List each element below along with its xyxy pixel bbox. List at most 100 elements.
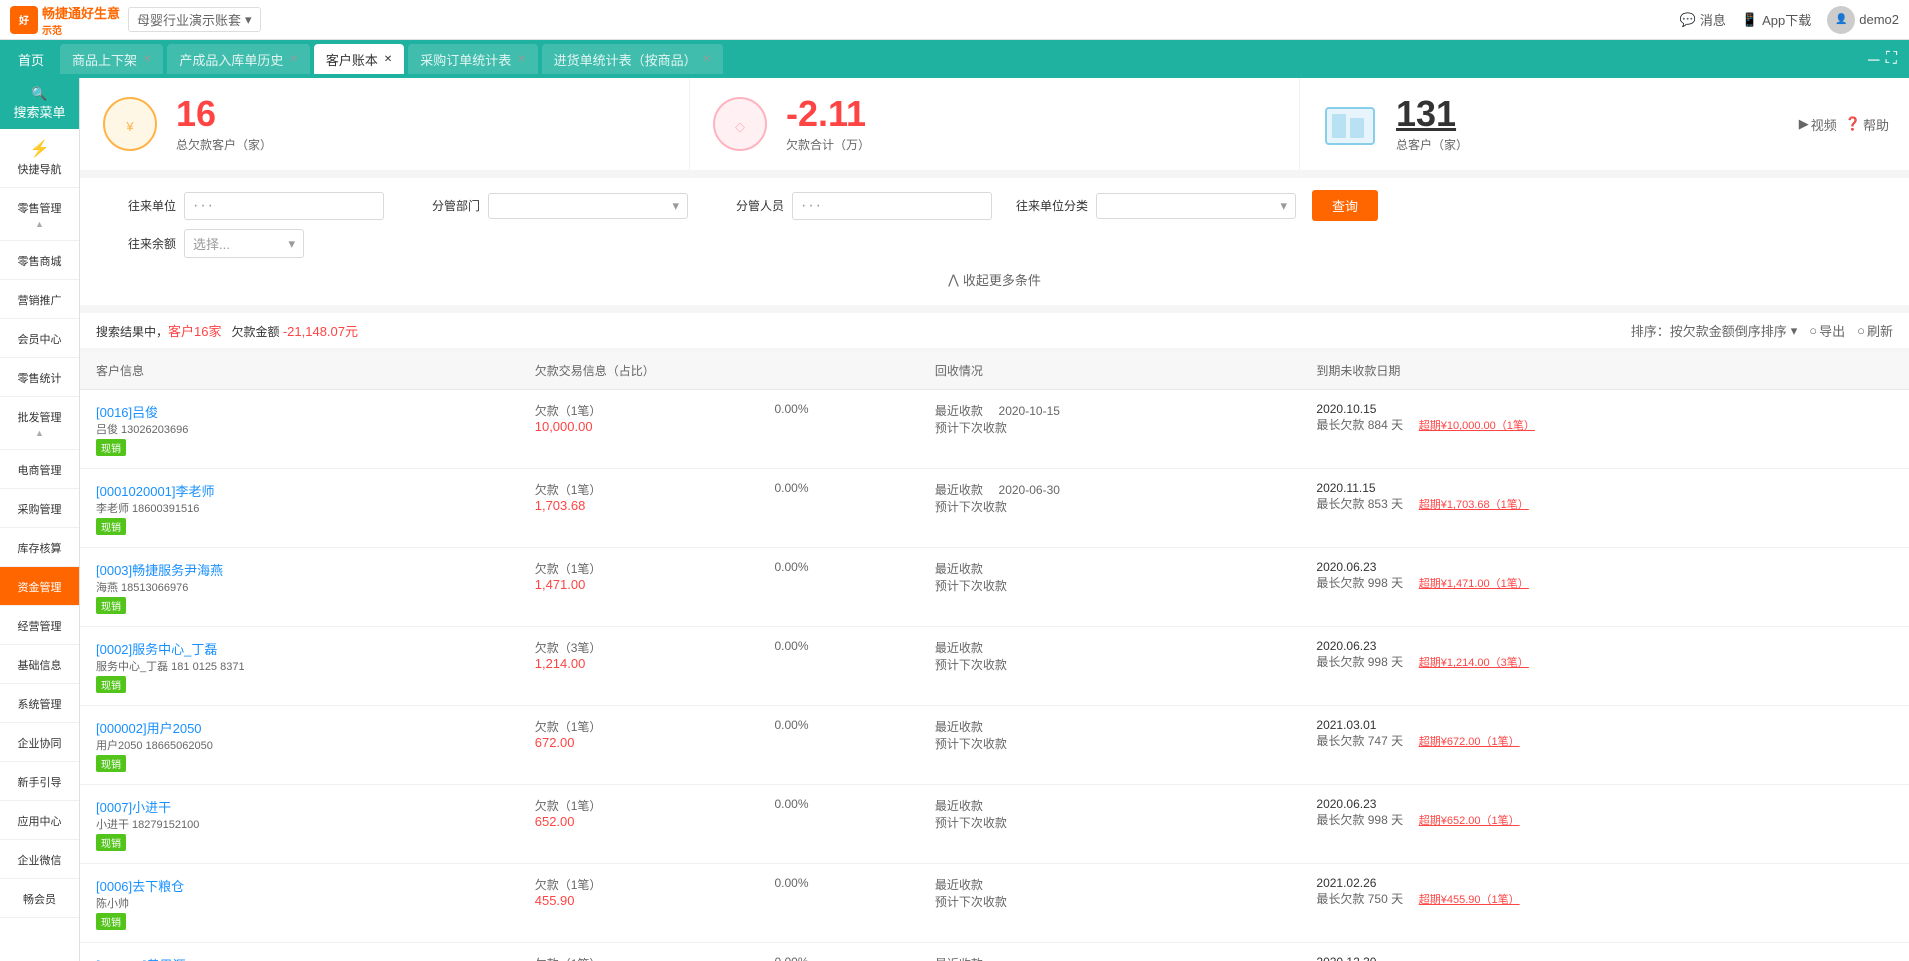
overdue-link[interactable]: 超期¥1,471.00（1笔）	[1419, 578, 1529, 590]
filter-input-customer-unit[interactable]: ···	[184, 192, 384, 220]
customer-sub: 吕俊 13026203696	[96, 421, 503, 437]
overdue-link[interactable]: 超期¥455.90（1笔）	[1419, 894, 1520, 906]
search-button[interactable]: 查询	[1312, 190, 1378, 221]
tab-close-products[interactable]: ✕	[143, 54, 151, 65]
last-receipt: 最近收款	[935, 797, 1285, 814]
debt-percent: 0.00%	[774, 402, 902, 416]
td-debt-percent: 0.00%	[758, 706, 918, 785]
debt-amount: 672.00	[535, 735, 743, 750]
app-download-btn[interactable]: 📱 App下载	[1742, 10, 1811, 29]
sort-selector[interactable]: 排序：按欠款金额倒序排序 ▾	[1631, 321, 1798, 340]
company-selector[interactable]: 母婴行业演示账套 ▾	[128, 7, 261, 32]
debt-percent: 0.00%	[774, 797, 902, 811]
debt-percent: 0.00%	[774, 718, 902, 732]
top-bar-right: 💬 消息 📱 App下载 👤 demo2	[1680, 6, 1899, 34]
sidebar-item-quick-nav[interactable]: ⚡ 快捷导航	[0, 129, 79, 188]
sidebar-item-purchase-mgmt[interactable]: 采购管理	[0, 489, 79, 528]
tab-purchase-order[interactable]: 采购订单统计表 ✕	[408, 44, 537, 74]
sidebar-item-capital-mgmt[interactable]: 资金管理	[0, 567, 79, 606]
sidebar-item-sys-mgmt[interactable]: 系统管理	[0, 684, 79, 723]
sidebar-item-retail-mgmt[interactable]: 零售管理 ▲	[0, 188, 79, 241]
sidebar-item-new-guide[interactable]: 新手引导	[0, 762, 79, 801]
overdue-link[interactable]: 超期¥10,000.00（1笔）	[1419, 420, 1535, 432]
tab-products[interactable]: 商品上下架 ✕	[60, 44, 163, 74]
sidebar-item-batch-mgmt[interactable]: 批发管理 ▲	[0, 397, 79, 450]
sidebar-item-retail-stats[interactable]: 零售统计	[0, 358, 79, 397]
overdue-days: 最长欠款 750 天	[1316, 892, 1415, 906]
td-receipt-status: 最近收款 预计下次收款	[919, 864, 1301, 943]
th-receipt-status: 回收情况	[919, 352, 1301, 390]
sidebar-item-app-center[interactable]: 应用中心	[0, 801, 79, 840]
help-btn[interactable]: ❓ 帮助	[1845, 115, 1889, 134]
tab-close-production[interactable]: ✕	[289, 54, 297, 65]
tab-close-incoming-stats[interactable]: ✕	[703, 54, 711, 65]
customer-name-link[interactable]: [0001020001]李老师	[96, 484, 215, 499]
stat-label-amount: 欠款合计（万）	[786, 136, 1279, 153]
td-due-date: 2020.10.15 最长欠款 884 天 超期¥10,000.00（1笔）	[1300, 390, 1909, 469]
filter-select-dept[interactable]: ▾	[488, 193, 688, 219]
tab-customer-account[interactable]: 客户账本 ✕	[314, 44, 404, 74]
overdue-link[interactable]: 超期¥652.00（1笔）	[1419, 815, 1520, 827]
tab-close-purchase-order[interactable]: ✕	[517, 54, 525, 65]
td-debt-percent: 0.00%	[758, 864, 918, 943]
video-btn[interactable]: ▶ 视频	[1799, 115, 1837, 134]
td-receipt-status: 最近收款 2020-06-30 预计下次收款	[919, 469, 1301, 548]
customer-name-link[interactable]: [0002]服务中心_丁磊	[96, 642, 217, 657]
filter-select-unit-category[interactable]: ▾	[1096, 193, 1296, 219]
due-date: 2020.10.15	[1316, 402, 1893, 416]
last-receipt: 最近收款	[935, 560, 1285, 577]
collapse-btn[interactable]: ⋀ 收起更多条件	[96, 266, 1893, 293]
filter-label-unit-category: 往来单位分类	[1008, 197, 1088, 214]
tab-incoming-stats[interactable]: 进货单统计表（按商品） ✕	[542, 44, 723, 74]
tab-production[interactable]: 产成品入库单历史 ✕	[167, 44, 309, 74]
sidebar-item-marketing[interactable]: 营销推广	[0, 280, 79, 319]
customer-name-link[interactable]: [0003]畅捷服务尹海燕	[96, 563, 223, 578]
td-customer-info: [000002]用户2050 用户2050 18665062050 现销	[80, 706, 519, 785]
sidebar-item-enterprise-wechat[interactable]: 企业微信	[0, 840, 79, 879]
sidebar-item-ecommerce[interactable]: 电商管理	[0, 450, 79, 489]
customer-name-link[interactable]: [0016]吕俊	[96, 405, 158, 420]
customer-name-link[interactable]: [0007]小进干	[96, 800, 171, 815]
tab-close-customer-account[interactable]: ✕	[384, 54, 392, 65]
stat-overdue-amount: ◇ -2.11 欠款合计（万）	[690, 78, 1300, 170]
sidebar-item-enterprise[interactable]: 企业协同	[0, 723, 79, 762]
customer-name-link[interactable]: [0006]去下粮仓	[96, 879, 184, 894]
customer-sub: 小进干 18279152100	[96, 816, 503, 832]
filter-label-manager: 分管人员	[704, 197, 784, 214]
table-row: [000001]黄思源 黄思源 13552700226 现销 欠款（1笔） 42…	[80, 943, 1909, 961]
tab-home[interactable]: 首页	[6, 44, 56, 74]
sidebar-search[interactable]: 🔍 搜索菜单	[0, 78, 79, 129]
tab-minimize-btn[interactable]: －	[1866, 47, 1882, 71]
debt-label: 欠款（1笔）	[535, 481, 743, 498]
overdue-link[interactable]: 超期¥1,703.68（1笔）	[1419, 499, 1529, 511]
debt-label: 欠款（1笔）	[535, 560, 743, 577]
td-receipt-status: 最近收款 预计下次收款	[919, 548, 1301, 627]
last-receipt: 最近收款	[935, 718, 1285, 735]
sidebar-item-members[interactable]: 会员中心	[0, 319, 79, 358]
customer-name-link[interactable]: [000002]用户2050	[96, 721, 202, 736]
customer-tag: 现销	[96, 439, 126, 456]
td-due-date: 2020.06.23 最长欠款 998 天 超期¥652.00（1笔）	[1300, 785, 1909, 864]
user-btn[interactable]: 👤 demo2	[1827, 6, 1899, 34]
sidebar-item-inventory[interactable]: 库存核算	[0, 528, 79, 567]
due-date: 2020.06.23	[1316, 639, 1893, 653]
due-date: 2021.03.01	[1316, 718, 1893, 732]
td-receipt-status: 最近收款 预计下次收款	[919, 706, 1301, 785]
export-btn[interactable]: ○ 导出	[1809, 321, 1845, 340]
overdue-link[interactable]: 超期¥672.00（1笔）	[1419, 736, 1520, 748]
sidebar-item-retail-mall[interactable]: 零售商城	[0, 241, 79, 280]
last-receipt: 最近收款	[935, 955, 1285, 961]
refresh-btn[interactable]: ○ 刷新	[1857, 321, 1893, 340]
overdue-link[interactable]: 超期¥1,214.00（3笔）	[1419, 657, 1529, 669]
sidebar-item-vip-member[interactable]: 畅会员	[0, 879, 79, 918]
sidebar-item-basic-info[interactable]: 基础信息	[0, 645, 79, 684]
tab-maximize-btn[interactable]: ⛶	[1886, 50, 1897, 68]
filter-select-balance[interactable]: 选择... ▾	[184, 229, 304, 258]
filter-dept: 分管部门 ▾	[400, 193, 688, 219]
debt-percent: 0.00%	[774, 876, 902, 890]
message-btn[interactable]: 💬 消息	[1680, 10, 1726, 29]
filter-input-manager[interactable]: ···	[792, 192, 992, 220]
td-debt-percent: 0.00%	[758, 943, 918, 961]
sidebar-item-ops-mgmt[interactable]: 经营管理	[0, 606, 79, 645]
filter-row-2: 往来余额 选择... ▾	[96, 229, 1893, 258]
